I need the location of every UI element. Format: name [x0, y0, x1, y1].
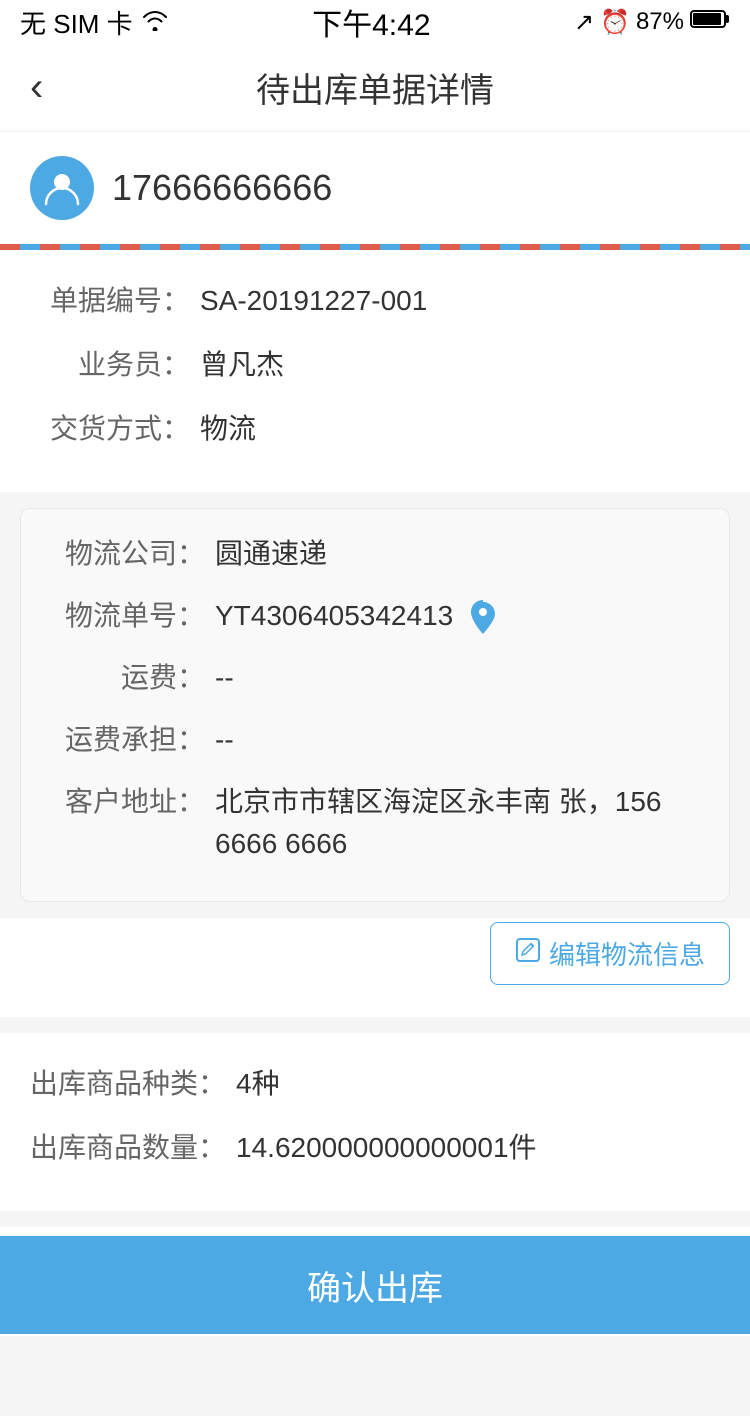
- status-left: 无 SIM 卡: [20, 4, 169, 41]
- logistics-tracking-row: 物流单号： YT43064053424​13: [45, 595, 705, 637]
- wifi-icon: [141, 7, 169, 38]
- nav-bar: ‹ 待出库单据详情: [0, 44, 750, 132]
- logistics-freight-bear-value: --: [205, 719, 705, 761]
- battery-icon: [690, 8, 730, 37]
- logistics-tracking-label: 物流单号：: [45, 595, 205, 637]
- goods-quantity-label: 出库商品数量：: [30, 1127, 226, 1169]
- location-status-icon: ↗: [574, 8, 594, 37]
- page-title: 待出库单据详情: [256, 63, 494, 112]
- confirm-bar[interactable]: 确认出库: [0, 1236, 750, 1334]
- edit-icon: [515, 937, 541, 970]
- logistics-company-row: 物流公司： 圆通速递: [45, 533, 705, 575]
- alarm-icon: ⏰: [600, 8, 630, 37]
- logistics-company-value: 圆通速递: [205, 533, 705, 575]
- tracking-location-icon[interactable]: [465, 598, 501, 634]
- logistics-freight-value: --: [205, 657, 705, 699]
- logistics-freight-bear-label: 运费承担：: [45, 719, 205, 761]
- logistics-freight-label: 运费：: [45, 657, 205, 699]
- logistics-card: 物流公司： 圆通速递 物流单号： YT43064053424​13 运费： --…: [20, 508, 730, 902]
- order-no-label: 单据编号：: [30, 280, 190, 322]
- tracking-no-text: YT43064053424​13: [215, 595, 453, 637]
- logistics-address-row: 客户地址： 北京市市辖区海淀区永丰南 张，156 6666 6666: [45, 781, 705, 865]
- logistics-tracking-value: YT43064053424​13: [205, 595, 705, 637]
- order-no-value: SA-20191227-001: [190, 280, 720, 322]
- back-icon: ‹: [30, 65, 43, 109]
- delivery-row: 交货方式： 物流: [30, 408, 720, 450]
- salesman-row: 业务员： 曾凡杰: [30, 344, 720, 386]
- avatar: [30, 156, 94, 220]
- logistics-address-value: 北京市市辖区海淀区永丰南 张，156 6666 6666: [205, 781, 705, 865]
- goods-types-label: 出库商品种类：: [30, 1063, 226, 1105]
- content-spacer: [0, 1336, 750, 1416]
- edit-logistics-label: 编辑物流信息: [549, 935, 705, 972]
- customer-header: 17666666666: [0, 132, 750, 244]
- battery-label: 87%: [636, 8, 684, 36]
- goods-quantity-value: 14.620000000000001件: [226, 1127, 720, 1169]
- salesman-label: 业务员：: [30, 344, 190, 386]
- status-time: 下午4:42: [312, 0, 430, 44]
- logistics-freight-bear-row: 运费承担： --: [45, 719, 705, 761]
- logistics-address-label: 客户地址：: [45, 781, 205, 823]
- order-info-section: 单据编号： SA-20191227-001 业务员： 曾凡杰 交货方式： 物流: [0, 250, 750, 492]
- back-button[interactable]: ‹: [30, 55, 53, 120]
- edit-button-row: 编辑物流信息: [0, 922, 750, 1001]
- logistics-freight-row: 运费： --: [45, 657, 705, 699]
- status-bar: 无 SIM 卡 下午4:42 ↗ ⏰ 87%: [0, 0, 750, 44]
- logistics-company-label: 物流公司：: [45, 533, 205, 575]
- section-gap: [0, 1017, 750, 1033]
- customer-phone: 17666666666: [112, 167, 332, 209]
- delivery-value: 物流: [190, 408, 720, 450]
- carrier-label: 无 SIM 卡: [20, 4, 133, 41]
- goods-quantity-row: 出库商品数量： 14.620000000000001件: [30, 1127, 720, 1169]
- goods-types-row: 出库商品种类： 4种: [30, 1063, 720, 1105]
- order-no-row: 单据编号： SA-20191227-001: [30, 280, 720, 322]
- edit-logistics-button[interactable]: 编辑物流信息: [490, 922, 730, 985]
- salesman-value: 曾凡杰: [190, 344, 720, 386]
- goods-section: 出库商品种类： 4种 出库商品数量： 14.620000000000001件: [0, 1033, 750, 1211]
- goods-types-value: 4种: [226, 1063, 720, 1105]
- confirm-label: 确认出库: [307, 1261, 443, 1310]
- delivery-label: 交货方式：: [30, 408, 190, 450]
- status-right: ↗ ⏰ 87%: [574, 8, 730, 37]
